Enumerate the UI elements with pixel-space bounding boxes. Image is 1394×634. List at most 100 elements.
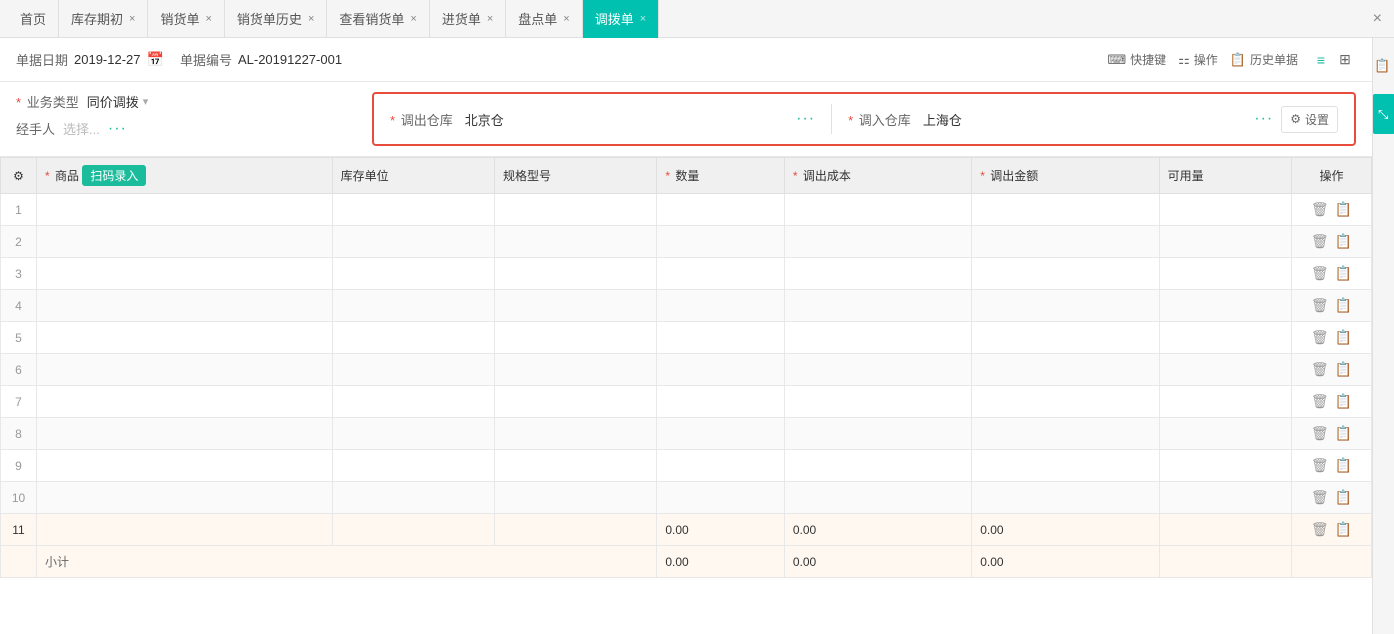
- row-delete-icon[interactable]: 🗑: [1311, 329, 1329, 346]
- row-spec[interactable]: [495, 482, 657, 514]
- row-amount[interactable]: [972, 386, 1159, 418]
- calendar-icon[interactable]: 📅: [147, 51, 164, 68]
- row-spec[interactable]: [495, 386, 657, 418]
- tab-inventory-close[interactable]: ×: [563, 13, 569, 25]
- row-qty[interactable]: [657, 418, 784, 450]
- row-delete-icon[interactable]: 🗑: [1311, 361, 1329, 378]
- row-copy-icon[interactable]: 📋: [1335, 201, 1352, 218]
- th-gear[interactable]: ⚙: [1, 158, 37, 194]
- row-qty[interactable]: [657, 226, 784, 258]
- row-delete-icon[interactable]: 🗑: [1311, 521, 1329, 538]
- history-btn[interactable]: 📋 历史单据: [1230, 51, 1298, 68]
- row-product[interactable]: [37, 258, 333, 290]
- row-unit[interactable]: [332, 418, 494, 450]
- row-amount[interactable]: [972, 194, 1159, 226]
- tab-sales-close[interactable]: ×: [205, 13, 211, 25]
- row-spec[interactable]: [495, 450, 657, 482]
- row-copy-icon[interactable]: 📋: [1335, 265, 1352, 282]
- row-amount[interactable]: [972, 450, 1159, 482]
- row-product[interactable]: [37, 194, 333, 226]
- row-qty[interactable]: [657, 194, 784, 226]
- row-cost[interactable]: [784, 226, 971, 258]
- biz-type-select[interactable]: 同价调拨 ▾: [87, 92, 267, 111]
- row-unit[interactable]: [332, 322, 494, 354]
- shortcuts-btn[interactable]: ⌨ 快捷键: [1107, 51, 1166, 68]
- row-copy-icon[interactable]: 📋: [1335, 361, 1352, 378]
- row-delete-icon[interactable]: 🗑: [1311, 265, 1329, 282]
- row-cost[interactable]: [784, 258, 971, 290]
- window-close-btn[interactable]: ×: [1369, 6, 1386, 32]
- row-copy-icon[interactable]: 📋: [1335, 425, 1352, 442]
- row-copy-icon[interactable]: 📋: [1335, 233, 1352, 250]
- tab-transfer-close[interactable]: ×: [640, 13, 646, 25]
- row-unit[interactable]: [332, 226, 494, 258]
- row-spec[interactable]: [495, 322, 657, 354]
- row-qty[interactable]: [657, 290, 784, 322]
- row-spec[interactable]: [495, 194, 657, 226]
- row-amount[interactable]: [972, 418, 1159, 450]
- row-product[interactable]: [37, 290, 333, 322]
- row-product[interactable]: [37, 322, 333, 354]
- row-product[interactable]: [37, 450, 333, 482]
- row-delete-icon[interactable]: 🗑: [1311, 457, 1329, 474]
- tab-inventory[interactable]: 盘点单 ×: [506, 0, 582, 38]
- layout-grid-btn[interactable]: ⊞: [1334, 49, 1356, 71]
- row-cost[interactable]: [784, 418, 971, 450]
- row-amount[interactable]: [972, 258, 1159, 290]
- row-amount[interactable]: [972, 226, 1159, 258]
- scan-btn[interactable]: 扫码录入: [82, 165, 146, 186]
- tab-inventory-init-close[interactable]: ×: [129, 13, 135, 25]
- row-qty[interactable]: [657, 354, 784, 386]
- row-qty[interactable]: [657, 386, 784, 418]
- tab-transfer[interactable]: 调拨单 ×: [583, 0, 659, 38]
- sidebar-expand-btn[interactable]: ⤢: [1373, 94, 1394, 134]
- row-spec[interactable]: [495, 290, 657, 322]
- row-product[interactable]: [37, 482, 333, 514]
- row-cost[interactable]: [784, 290, 971, 322]
- tab-inventory-init[interactable]: 库存期初 ×: [59, 0, 148, 38]
- tab-sales[interactable]: 销货单 ×: [148, 0, 224, 38]
- row-product[interactable]: [37, 386, 333, 418]
- out-warehouse-dots-btn[interactable]: ···: [796, 110, 815, 128]
- row-copy-icon[interactable]: 📋: [1335, 329, 1352, 346]
- tab-view-sales-close[interactable]: ×: [410, 13, 416, 25]
- row-unit[interactable]: [332, 194, 494, 226]
- tab-purchase[interactable]: 进货单 ×: [430, 0, 506, 38]
- agent-input[interactable]: 选择...: [63, 119, 100, 138]
- row-amount[interactable]: [972, 482, 1159, 514]
- tab-purchase-close[interactable]: ×: [487, 13, 493, 25]
- row-product[interactable]: [37, 354, 333, 386]
- row-qty[interactable]: [657, 258, 784, 290]
- row-delete-icon[interactable]: 🗑: [1311, 233, 1329, 250]
- row-copy-icon[interactable]: 📋: [1335, 297, 1352, 314]
- tab-home[interactable]: 首页: [8, 0, 59, 38]
- tab-sales-history-close[interactable]: ×: [308, 13, 314, 25]
- row-cost[interactable]: [784, 386, 971, 418]
- row-copy-icon[interactable]: 📋: [1335, 457, 1352, 474]
- row-qty[interactable]: [657, 450, 784, 482]
- row-delete-icon[interactable]: 🗑: [1311, 297, 1329, 314]
- operations-btn[interactable]: ⚏ 操作: [1178, 51, 1218, 68]
- row-amount[interactable]: [972, 322, 1159, 354]
- row-unit[interactable]: [332, 290, 494, 322]
- settings-btn[interactable]: ⚙ 设置: [1281, 106, 1338, 133]
- row-unit[interactable]: [332, 386, 494, 418]
- row-unit[interactable]: [332, 450, 494, 482]
- row-cost[interactable]: [784, 322, 971, 354]
- sidebar-doc-btn[interactable]: 📋: [1373, 46, 1394, 86]
- row-qty[interactable]: [657, 322, 784, 354]
- row-spec[interactable]: [495, 418, 657, 450]
- row-delete-icon[interactable]: 🗑: [1311, 489, 1329, 506]
- row-qty[interactable]: [657, 482, 784, 514]
- row-cost[interactable]: [784, 194, 971, 226]
- row-copy-icon[interactable]: 📋: [1335, 489, 1352, 506]
- row-delete-icon[interactable]: 🗑: [1311, 425, 1329, 442]
- agent-dots-btn[interactable]: ···: [108, 120, 127, 138]
- row-unit[interactable]: [332, 482, 494, 514]
- row-product[interactable]: [37, 226, 333, 258]
- row-amount[interactable]: [972, 290, 1159, 322]
- row-cost[interactable]: [784, 482, 971, 514]
- in-warehouse-dots-btn[interactable]: ···: [1254, 110, 1273, 128]
- row-delete-icon[interactable]: 🗑: [1311, 201, 1329, 218]
- row-amount[interactable]: [972, 354, 1159, 386]
